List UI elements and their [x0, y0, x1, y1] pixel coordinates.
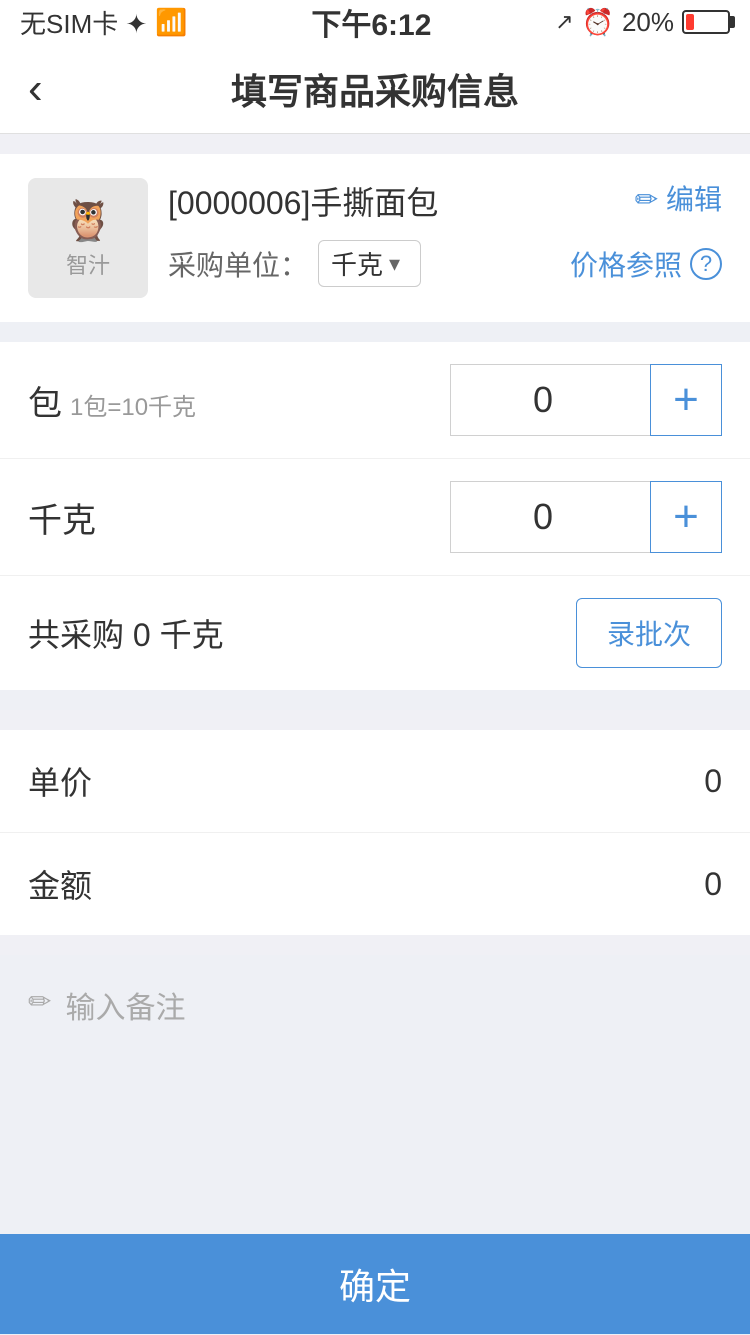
bag-sublabel: 1包=10千克 [70, 394, 196, 421]
nav-bar: ‹ 填写商品采购信息 [0, 44, 750, 134]
unit-label: 采购单位： 千克 ▾ [168, 240, 421, 287]
unit-select[interactable]: 千克 ▾ [318, 240, 421, 287]
amount-row: 金额 0 [0, 833, 750, 935]
unit-price-row: 单价 0 [0, 730, 750, 833]
confirm-button[interactable]: 确定 [0, 1234, 750, 1334]
edit-button[interactable]: ✏ 编辑 [635, 178, 722, 218]
battery-pct: 20% [622, 7, 674, 38]
status-bar: 无SIM卡 ✦ 📶 下午6:12 ↗ ⏰ 20% [0, 0, 750, 44]
wifi-icon: 📶 [155, 7, 187, 38]
kg-label: 千克 [28, 493, 450, 542]
price-ref-help-icon: ? [690, 248, 722, 280]
kg-input-row: 千克 + [0, 459, 750, 576]
remark-icon: ✏ [28, 985, 51, 1018]
status-right: ↗ ⏰ 20% [555, 7, 730, 38]
status-left: 无SIM卡 ✦ 📶 [20, 4, 188, 41]
pricing-section: 单价 0 金额 0 [0, 730, 750, 935]
amount-value: 0 [704, 866, 722, 903]
page-title: 填写商品采购信息 [231, 63, 519, 115]
product-name: [0000006]手撕面包 [168, 178, 635, 224]
product-thumbnail: 🦉 智汁 [28, 178, 148, 298]
location-icon: ↗ [555, 9, 573, 35]
status-time: 下午6:12 [311, 0, 431, 44]
price-ref-label: 价格参照 [570, 244, 682, 284]
product-header: [0000006]手撕面包 ✏ 编辑 [168, 178, 722, 224]
kg-qty-wrap: + [450, 481, 722, 553]
unit-arrow-icon: ▾ [389, 251, 400, 277]
no-sim-label: 无SIM卡 ✦ [20, 4, 147, 41]
remark-area[interactable]: ✏ 输入备注 [0, 955, 750, 1055]
section-divider-2 [0, 690, 750, 710]
summary-row: 共采购 0 千克 录批次 [0, 576, 750, 690]
price-ref-button[interactable]: 价格参照 ? [570, 244, 722, 284]
input-section: 包1包=10千克 + 千克 + [0, 342, 750, 576]
section-divider-1 [0, 322, 750, 342]
bag-label: 包1包=10千克 [28, 376, 450, 425]
alarm-icon: ⏰ [582, 7, 614, 38]
bag-qty-input[interactable] [450, 364, 650, 436]
kg-qty-input[interactable] [450, 481, 650, 553]
kg-plus-button[interactable]: + [650, 481, 722, 553]
remark-placeholder: 输入备注 [65, 983, 185, 1027]
battery-icon [682, 10, 730, 34]
amount-label: 金额 [28, 861, 92, 907]
product-thumb-label: 智汁 [66, 248, 110, 280]
product-card: 🦉 智汁 [0000006]手撕面包 ✏ 编辑 采购单位： 千克 ▾ 价格参照 … [0, 154, 750, 322]
product-meta: 采购单位： 千克 ▾ 价格参照 ? [168, 240, 722, 287]
summary-text: 共采购 0 千克 [28, 610, 224, 656]
back-button[interactable]: ‹ [28, 67, 43, 111]
product-info: [0000006]手撕面包 ✏ 编辑 采购单位： 千克 ▾ 价格参照 ? [168, 178, 722, 287]
bag-qty-wrap: + [450, 364, 722, 436]
unit-price-label: 单价 [28, 758, 92, 804]
bag-plus-button[interactable]: + [650, 364, 722, 436]
batch-button[interactable]: 录批次 [576, 598, 722, 668]
unit-value: 千克 [331, 245, 383, 282]
bag-input-row: 包1包=10千克 + [0, 342, 750, 459]
unit-price-value: 0 [704, 763, 722, 800]
product-thumb-icon: 🦉 [63, 197, 113, 244]
